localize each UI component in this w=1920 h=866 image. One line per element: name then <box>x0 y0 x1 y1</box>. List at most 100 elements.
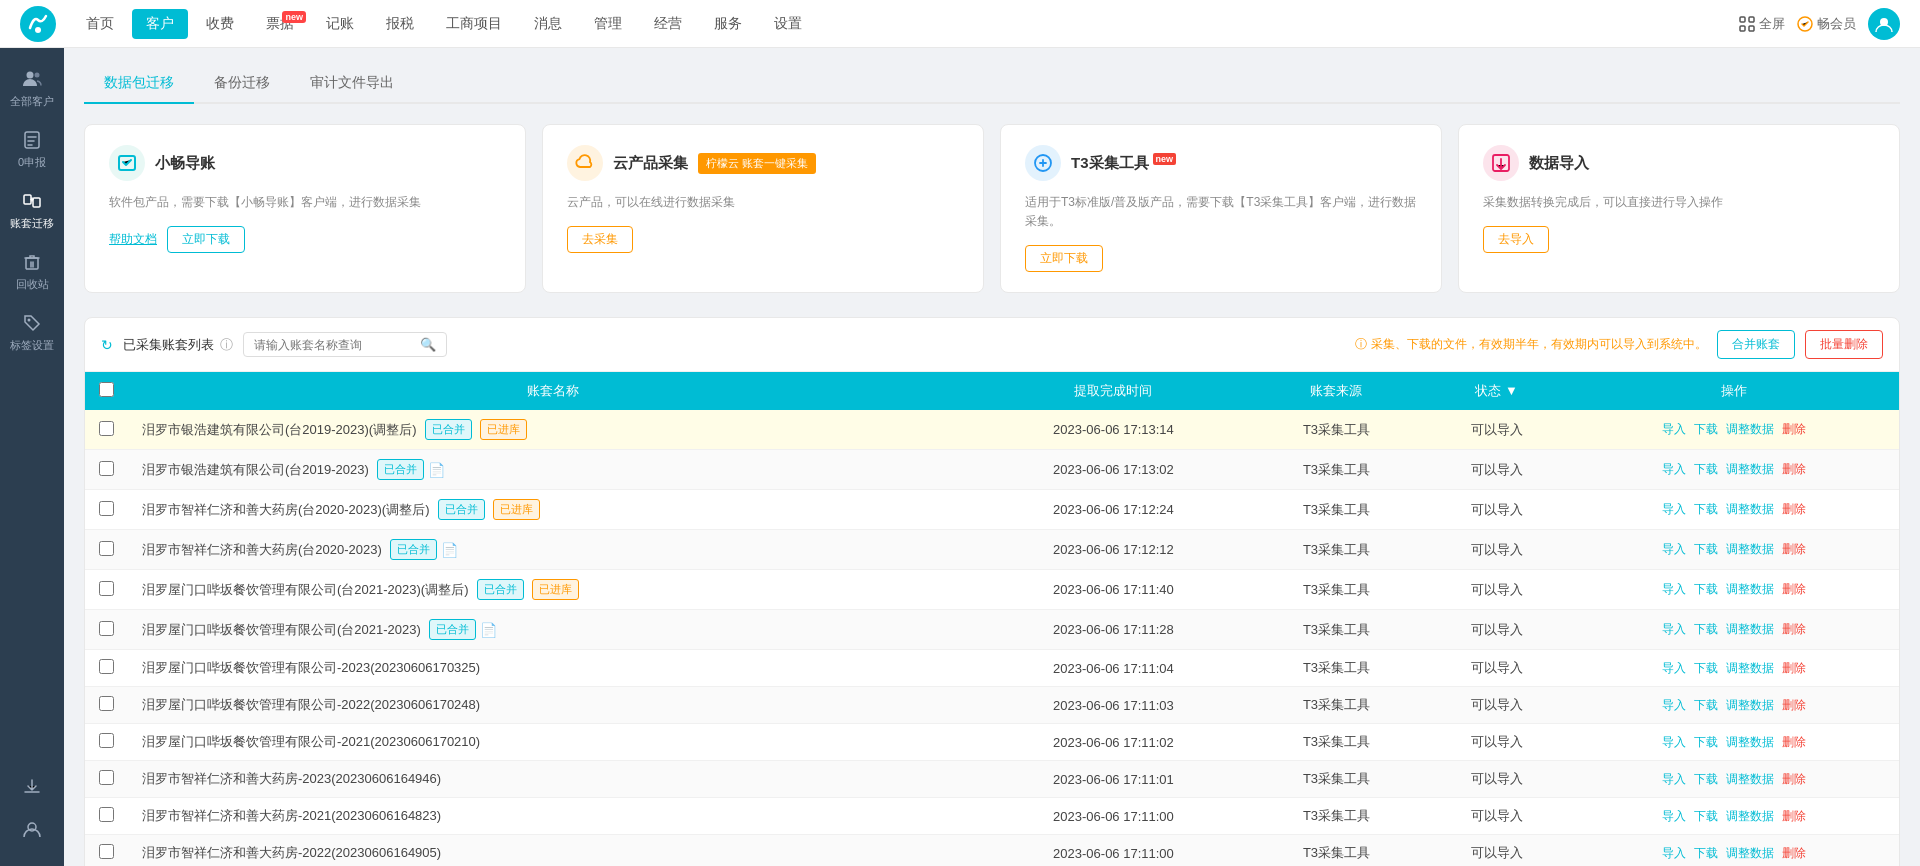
avatar[interactable] <box>1868 8 1900 40</box>
row-checkbox[interactable] <box>99 770 114 785</box>
action-调整数据[interactable]: 调整数据 <box>1726 846 1774 860</box>
search-input[interactable] <box>254 338 414 352</box>
action-调整数据[interactable]: 调整数据 <box>1726 809 1774 823</box>
sidebar-item-all-customers[interactable]: 全部客户 <box>0 58 64 119</box>
go-import-btn[interactable]: 去导入 <box>1483 226 1549 253</box>
search-btn[interactable]: 🔍 <box>420 337 436 352</box>
select-all-checkbox[interactable] <box>99 382 114 397</box>
row-checkbox[interactable] <box>99 659 114 674</box>
action-下载[interactable]: 下载 <box>1694 502 1718 516</box>
action-导入[interactable]: 导入 <box>1662 846 1686 860</box>
action-下载[interactable]: 下载 <box>1694 846 1718 860</box>
action-删除[interactable]: 删除 <box>1782 422 1806 436</box>
go-collect-btn[interactable]: 去采集 <box>567 226 633 253</box>
help-doc-link[interactable]: 帮助文档 <box>109 231 157 248</box>
row-checkbox[interactable] <box>99 621 114 636</box>
action-删除[interactable]: 删除 <box>1782 772 1806 786</box>
col-status-header[interactable]: 状态 ▼ <box>1423 372 1569 410</box>
action-调整数据[interactable]: 调整数据 <box>1726 772 1774 786</box>
action-下载[interactable]: 下载 <box>1694 542 1718 556</box>
action-下载[interactable]: 下载 <box>1694 582 1718 596</box>
file-icon[interactable]: 📄 <box>480 622 497 638</box>
sidebar-item-trash[interactable]: 回收站 <box>0 241 64 302</box>
nav-bill[interactable]: 票据new <box>252 9 308 39</box>
action-导入[interactable]: 导入 <box>1662 542 1686 556</box>
action-调整数据[interactable]: 调整数据 <box>1726 661 1774 675</box>
file-icon[interactable]: 📄 <box>428 462 445 478</box>
tab-data-migrate[interactable]: 数据包迁移 <box>84 64 194 104</box>
action-导入[interactable]: 导入 <box>1662 582 1686 596</box>
nav-message[interactable]: 消息 <box>520 9 576 39</box>
action-删除[interactable]: 删除 <box>1782 698 1806 712</box>
action-下载[interactable]: 下载 <box>1694 661 1718 675</box>
action-调整数据[interactable]: 调整数据 <box>1726 542 1774 556</box>
action-删除[interactable]: 删除 <box>1782 542 1806 556</box>
merge-btn[interactable]: 合并账套 <box>1717 330 1795 359</box>
sidebar-item-tags[interactable]: 标签设置 <box>0 302 64 363</box>
sidebar-item-user[interactable] <box>15 808 49 850</box>
action-下载[interactable]: 下载 <box>1694 698 1718 712</box>
nav-settings[interactable]: 设置 <box>760 9 816 39</box>
nav-fee[interactable]: 收费 <box>192 9 248 39</box>
action-导入[interactable]: 导入 <box>1662 661 1686 675</box>
action-导入[interactable]: 导入 <box>1662 462 1686 476</box>
row-checkbox[interactable] <box>99 461 114 476</box>
row-checkbox[interactable] <box>99 733 114 748</box>
member-btn[interactable]: 畅会员 <box>1797 15 1856 33</box>
action-导入[interactable]: 导入 <box>1662 502 1686 516</box>
sidebar-item-download[interactable] <box>15 766 49 808</box>
row-checkbox[interactable] <box>99 581 114 596</box>
action-导入[interactable]: 导入 <box>1662 809 1686 823</box>
row-checkbox[interactable] <box>99 541 114 556</box>
action-调整数据[interactable]: 调整数据 <box>1726 698 1774 712</box>
action-导入[interactable]: 导入 <box>1662 772 1686 786</box>
nav-service[interactable]: 服务 <box>700 9 756 39</box>
info-icon[interactable]: ⓘ <box>220 336 233 354</box>
row-checkbox[interactable] <box>99 807 114 822</box>
action-下载[interactable]: 下载 <box>1694 735 1718 749</box>
tab-audit-export[interactable]: 审计文件导出 <box>290 64 414 104</box>
action-下载[interactable]: 下载 <box>1694 462 1718 476</box>
action-导入[interactable]: 导入 <box>1662 622 1686 636</box>
action-导入[interactable]: 导入 <box>1662 698 1686 712</box>
action-调整数据[interactable]: 调整数据 <box>1726 422 1774 436</box>
row-checkbox[interactable] <box>99 844 114 859</box>
action-调整数据[interactable]: 调整数据 <box>1726 622 1774 636</box>
t3-download-btn[interactable]: 立即下载 <box>1025 245 1103 272</box>
row-checkbox[interactable] <box>99 696 114 711</box>
action-下载[interactable]: 下载 <box>1694 422 1718 436</box>
action-下载[interactable]: 下载 <box>1694 622 1718 636</box>
nav-manage[interactable]: 管理 <box>580 9 636 39</box>
file-icon[interactable]: 📄 <box>441 542 458 558</box>
action-删除[interactable]: 删除 <box>1782 582 1806 596</box>
action-调整数据[interactable]: 调整数据 <box>1726 735 1774 749</box>
action-删除[interactable]: 删除 <box>1782 735 1806 749</box>
action-删除[interactable]: 删除 <box>1782 622 1806 636</box>
nav-tax[interactable]: 报税 <box>372 9 428 39</box>
action-下载[interactable]: 下载 <box>1694 809 1718 823</box>
batch-delete-btn[interactable]: 批量删除 <box>1805 330 1883 359</box>
action-删除[interactable]: 删除 <box>1782 846 1806 860</box>
row-checkbox[interactable] <box>99 501 114 516</box>
nav-customer[interactable]: 客户 <box>132 9 188 39</box>
action-导入[interactable]: 导入 <box>1662 735 1686 749</box>
nav-operation[interactable]: 经营 <box>640 9 696 39</box>
action-下载[interactable]: 下载 <box>1694 772 1718 786</box>
logo[interactable] <box>20 6 56 42</box>
tab-backup-migrate[interactable]: 备份迁移 <box>194 64 290 104</box>
sidebar-item-zero-report[interactable]: 0申报 <box>0 119 64 180</box>
sidebar-item-migrate[interactable]: 账套迁移 <box>0 180 64 241</box>
action-删除[interactable]: 删除 <box>1782 809 1806 823</box>
nav-business[interactable]: 工商项目 <box>432 9 516 39</box>
refresh-icon[interactable]: ↻ <box>101 337 113 353</box>
nav-home[interactable]: 首页 <box>72 9 128 39</box>
action-删除[interactable]: 删除 <box>1782 462 1806 476</box>
action-调整数据[interactable]: 调整数据 <box>1726 462 1774 476</box>
action-导入[interactable]: 导入 <box>1662 422 1686 436</box>
nav-account[interactable]: 记账 <box>312 9 368 39</box>
row-checkbox[interactable] <box>99 421 114 436</box>
action-删除[interactable]: 删除 <box>1782 661 1806 675</box>
action-删除[interactable]: 删除 <box>1782 502 1806 516</box>
fullscreen-btn[interactable]: 全屏 <box>1739 15 1785 33</box>
download-now-btn[interactable]: 立即下载 <box>167 226 245 253</box>
